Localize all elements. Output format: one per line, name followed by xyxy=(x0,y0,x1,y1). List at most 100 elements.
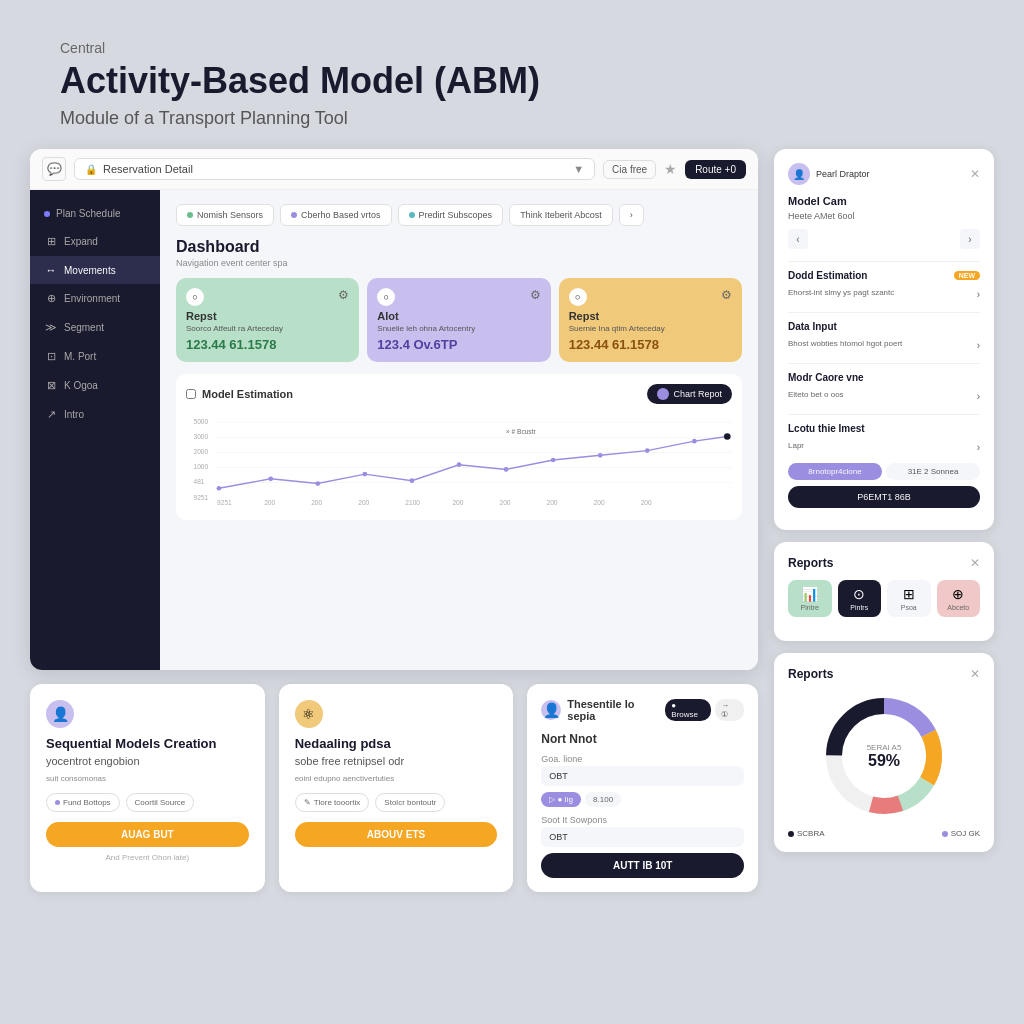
ned-card-tag: eoinl edupno aenctivertuties xyxy=(295,774,498,783)
svg-point-13 xyxy=(315,481,320,486)
svg-text:3000: 3000 xyxy=(194,433,209,440)
cia-free-btn[interactable]: Cia free xyxy=(603,160,656,179)
report-icon-pintrs[interactable]: ⊙ Pintrs xyxy=(838,580,882,617)
rc-modr-row: Elteto bet o oos › xyxy=(788,387,980,406)
model-action-btn[interactable]: AUAG BUT xyxy=(46,822,249,847)
seg-btn1[interactable]: 8rnotopr4clone xyxy=(788,463,882,480)
rc-dodd-arrow[interactable]: › xyxy=(977,289,980,300)
model-cam-card: 👤 Pearl Draptor ✕ Model Cam Heete AMet 6… xyxy=(774,149,994,530)
ned-btn1[interactable]: ✎ Tlore tooortix xyxy=(295,793,370,812)
gear-icon-purple[interactable]: ⚙ xyxy=(530,288,541,302)
tab-bar: Nomish Sensors Cberho Based vrtos Predir… xyxy=(176,204,742,226)
close-icon[interactable]: ✕ xyxy=(970,167,980,181)
tab-label-cberho: Cberho Based vrtos xyxy=(301,210,381,220)
chart-btn[interactable]: Chart Repot xyxy=(647,384,732,404)
form-input2[interactable]: OBT xyxy=(541,827,744,847)
model-btn1[interactable]: Fund Bottops xyxy=(46,793,120,812)
form-input-row1: Goa. lione OBT xyxy=(541,754,744,786)
psoa-label: Psoa xyxy=(895,604,923,611)
chart-section: Model Estimation Chart Repot 5000 xyxy=(176,374,742,520)
form-select-item2[interactable]: 8.100 xyxy=(585,792,621,807)
svg-text:200: 200 xyxy=(641,499,652,506)
model-card-buttons: Fund Bottops Coortil Source xyxy=(46,793,249,812)
svg-text:200: 200 xyxy=(264,499,275,506)
ned-action-btn[interactable]: ABOUV ETS xyxy=(295,822,498,847)
svg-text:2000: 2000 xyxy=(194,448,209,455)
seg-btn2[interactable]: 31E 2 Sonnea xyxy=(886,463,980,480)
rc-datainput-arrow[interactable]: › xyxy=(977,340,980,351)
reports-close-icon[interactable]: ✕ xyxy=(970,556,980,570)
svg-text:9251: 9251 xyxy=(217,499,232,506)
model-avatar: 👤 xyxy=(46,700,74,728)
sidebar-label-segment: Segment xyxy=(64,322,104,333)
rc-dodd-row: Ehorst-int slmy ys pagt szantc › xyxy=(788,285,980,304)
rc-modr-desc: Elteto bet o oos xyxy=(788,390,844,399)
report-icon-abceto[interactable]: ⊕ Abceto xyxy=(937,580,981,617)
dashboard-sub: Navigation event center spa xyxy=(176,258,742,268)
sidebar-item-movements[interactable]: ↔ Movements xyxy=(30,256,160,284)
sidebar-item-plan[interactable]: Plan Schedule xyxy=(30,200,160,227)
tab-label-predirt: Predirt Subscopes xyxy=(419,210,493,220)
rc-lcotu-arrow[interactable]: › xyxy=(977,442,980,453)
rc-section-dodd-header: Dodd Estimation NEW xyxy=(788,270,980,281)
sidebar-item-expand[interactable]: ⊞ Expand xyxy=(30,227,160,256)
mc-desc-purple: Snuelie leh ohna Artocentry xyxy=(377,324,540,333)
route-btn[interactable]: Route +0 xyxy=(685,160,746,179)
rc-user: 👤 Pearl Draptor xyxy=(788,163,870,185)
line-chart: 5000 3000 2000 1000 481 9251 xyxy=(186,410,732,510)
reports-top-card: Reports ✕ 📊 Pintre ⊙ Pintrs ⊞ Psoa ⊕ xyxy=(774,542,994,641)
svg-text:200: 200 xyxy=(311,499,322,506)
tab-cberho[interactable]: Cberho Based vrtos xyxy=(280,204,392,226)
address-bar[interactable]: 🔒 Reservation Detail ▼ xyxy=(74,158,595,180)
gear-icon-orange[interactable]: ⚙ xyxy=(721,288,732,302)
donut-legend: SCBRA SOJ GK xyxy=(788,829,980,838)
model-btn2[interactable]: Coortil Source xyxy=(126,793,195,812)
sidebar-label-plan: Plan Schedule xyxy=(56,208,121,219)
chat-icon[interactable]: 💬 xyxy=(42,157,66,181)
tab-nomish[interactable]: Nomish Sensors xyxy=(176,204,274,226)
chart-btn-label: Chart Repot xyxy=(673,389,722,399)
sidebar-item-environment[interactable]: ⊕ Environment xyxy=(30,284,160,313)
rc-dark-btn[interactable]: P6EMT1 86B xyxy=(788,486,980,508)
form-select-item1[interactable]: ▷ ● Iig xyxy=(541,792,581,807)
chart-title-text: Model Estimation xyxy=(202,388,293,400)
tab-arrow[interactable]: › xyxy=(619,204,644,226)
svg-text:200: 200 xyxy=(594,499,605,506)
form-input-row2: Soot It Sowpons OBT xyxy=(541,815,744,847)
dropdown-icon: ▼ xyxy=(573,163,584,175)
svg-point-12 xyxy=(268,476,273,481)
report-icon-psoa[interactable]: ⊞ Psoa xyxy=(887,580,931,617)
sidebar: Plan Schedule ⊞ Expand ↔ Movements ⊕ Env… xyxy=(30,190,160,670)
rc-lcotu-header: Lcotu thie Imest xyxy=(788,423,980,434)
rc-section-lcotu: Lcotu thie Imest Lapr › 8rnotopr4clone 3… xyxy=(788,414,980,508)
sidebar-item-segment[interactable]: ≫ Segment xyxy=(30,313,160,342)
sidebar-item-mport[interactable]: ⊡ M. Port xyxy=(30,342,160,371)
form-action-btn[interactable]: AUTT IB 10T xyxy=(541,853,744,878)
dashboard-title: Dashboard xyxy=(176,238,742,256)
tab-predirt[interactable]: Predirt Subscopes xyxy=(398,204,504,226)
tab-think[interactable]: Think Iteberit Abcost xyxy=(509,204,613,226)
rc-nav-prev[interactable]: ‹ xyxy=(788,229,808,249)
star-icon[interactable]: ★ xyxy=(664,161,677,177)
mc-title-purple: Alot xyxy=(377,310,540,322)
sidebar-item-intro[interactable]: ↗ Intro xyxy=(30,400,160,429)
form-card: 👤 Thesentile Io sepia ● Browse → ① Nort … xyxy=(527,684,758,892)
sidebar-label-kogoa: K Ogoa xyxy=(64,380,98,391)
page-header: Central Activity-Based Model (ABM) Modul… xyxy=(0,0,1024,149)
btn-dot-purple1 xyxy=(55,800,60,805)
gear-icon-green[interactable]: ⚙ xyxy=(338,288,349,302)
legend-item-scbra: SCBRA xyxy=(788,829,825,838)
reports-bottom-close[interactable]: ✕ xyxy=(970,667,980,681)
left-section: 💬 🔒 Reservation Detail ▼ Cia free ★ Rout… xyxy=(30,149,758,1013)
legend-dot-soj xyxy=(942,831,948,837)
ned-btn2[interactable]: Stolcr bontoutr xyxy=(375,793,445,812)
form-header: 👤 Thesentile Io sepia ● Browse → ① xyxy=(541,698,744,722)
sidebar-item-kogoa[interactable]: ⊠ K Ogoa xyxy=(30,371,160,400)
rc-nav-next[interactable]: › xyxy=(960,229,980,249)
rc-modr-arrow[interactable]: › xyxy=(977,391,980,402)
form-input1[interactable]: OBT xyxy=(541,766,744,786)
environment-icon: ⊕ xyxy=(44,292,58,305)
central-label: Central xyxy=(60,40,964,56)
report-icon-pintre[interactable]: 📊 Pintre xyxy=(788,580,832,617)
chart-checkbox[interactable] xyxy=(186,389,196,399)
